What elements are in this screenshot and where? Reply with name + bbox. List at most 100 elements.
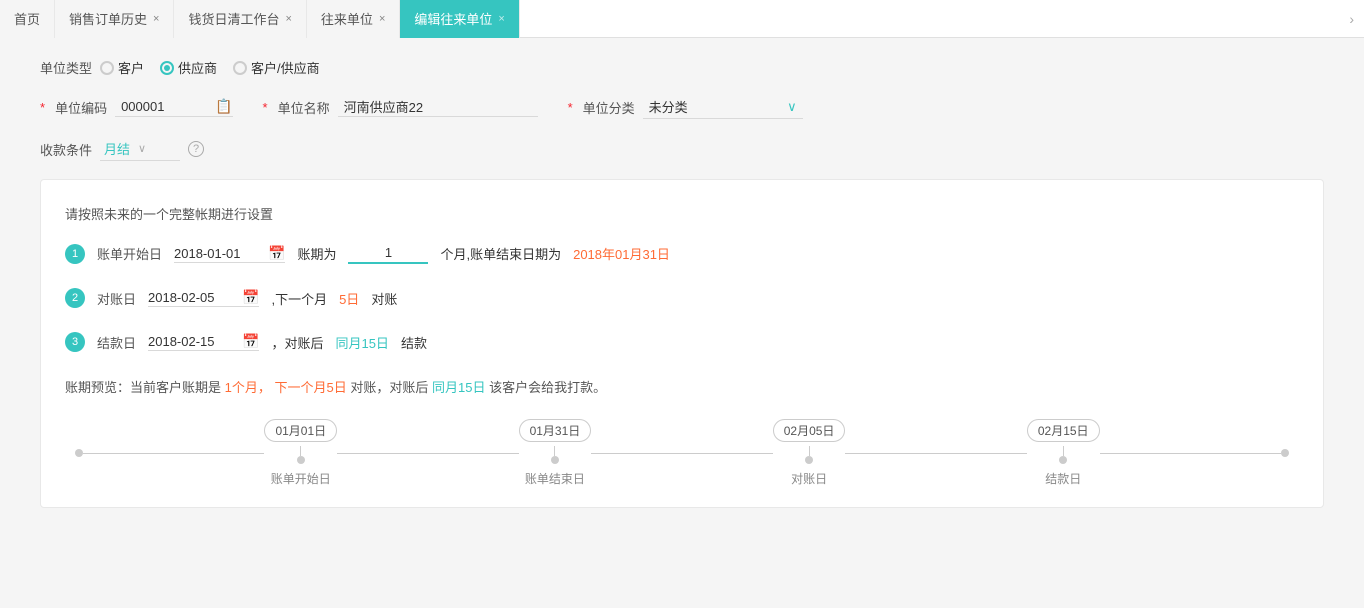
radio-both[interactable]: 客户/供应商 [233,58,320,77]
timeline-right-dot [1281,449,1289,457]
calendar-icon-1[interactable]: 📅 [268,245,285,262]
timeline-seg-1 [83,453,264,454]
payment-label: 收款条件 [40,140,92,159]
radio-circle-both [233,61,247,75]
step-3-num: 3 [65,332,85,352]
step-3-mid: ，对账后 [271,333,323,352]
preview-part1: 1个月， [225,380,271,395]
timeline-node-4: 02月15日 结款日 [1027,419,1100,487]
close-icon-edit[interactable]: × [498,13,504,25]
tab-cash-workbench[interactable]: 钱货日清工作台 × [174,0,306,38]
unit-info-row: * 单位编码 📋 * 单位名称 * 单位分类 未分类 ∨ [40,95,1324,119]
calendar-icon-2[interactable]: 📅 [242,289,259,306]
tab-sales-history-label: 销售订单历史 [69,9,147,28]
timeline-badge-4: 02月15日 [1027,419,1100,442]
calendar-icon-3[interactable]: 📅 [242,333,259,350]
unit-category-value: 未分类 [649,97,688,116]
step-2-label: 对账日 [97,289,136,308]
chevron-down-icon-payment: ∨ [138,142,146,155]
unit-code-group: * 单位编码 📋 [40,97,233,117]
timeline-dot-1 [297,456,305,464]
timeline-badge-2: 01月31日 [519,419,592,442]
payment-group: 收款条件 月结 ∨ ? [40,137,204,161]
close-icon-contacts[interactable]: × [379,13,385,25]
timeline-dot-2 [551,456,559,464]
preview-part5: 该客户会给我打款。 [489,380,606,395]
radio-both-label: 客户/供应商 [251,58,320,77]
step-2-date: 📅 [148,289,259,307]
unit-code-required: * [40,100,45,115]
timeline-label-4: 结款日 [1045,470,1081,487]
step-2-mid: ,下一个月 [271,289,327,308]
step-1-row: 1 账单开始日 📅 账期为 个月,账单结束日期为 2018年01月31日 [65,243,1299,264]
timeline-seg-2 [337,453,518,454]
payment-select[interactable]: 月结 ∨ [100,137,180,161]
preview-part2: 下一个月5日 [275,380,347,395]
unit-code-input[interactable] [115,97,215,116]
preview-part3: 对账，对账后 [350,380,428,395]
unit-type-label: 单位类型 [40,58,92,77]
radio-supplier[interactable]: 供应商 [160,58,217,77]
unit-name-label: 单位名称 [278,98,330,117]
step-2-suffix: 对账 [371,289,397,308]
step-1-unit: 个月,账单结束日期为 [440,244,561,263]
timeline-vert-4 [1063,446,1064,456]
tab-contacts[interactable]: 往来单位 × [307,0,400,38]
timeline: 01月01日 账单开始日 01月31日 账单结束日 02月05日 对账日 [65,419,1299,487]
calendar-icon-code[interactable]: 📋 [215,98,232,115]
timeline-vert-2 [554,446,555,456]
timeline-node-3: 02月05日 对账日 [773,419,846,487]
period-input[interactable] [348,243,428,264]
unit-name-group: * 单位名称 [263,97,538,117]
step-1-end-date: 2018年01月31日 [573,244,670,263]
help-icon[interactable]: ? [188,141,204,157]
timeline-dot-4 [1059,456,1067,464]
timeline-node-1: 01月01日 账单开始日 [264,419,337,487]
close-icon-cash[interactable]: × [285,13,291,25]
radio-circle-supplier [160,61,174,75]
preview-part4: 同月15日 [432,380,485,395]
step-2-highlight: 5日 [339,289,359,308]
tab-home-label: 首页 [14,9,40,28]
step-3-suffix: 结款 [401,333,427,352]
tab-edit-contacts[interactable]: 编辑往来单位 × [400,0,519,38]
tab-home[interactable]: 首页 [0,0,55,38]
radio-group: 客户 供应商 客户/供应商 [100,58,320,77]
step-1-mid: 账期为 [297,244,336,263]
timeline-seg-4 [845,453,1026,454]
unit-name-input[interactable] [338,97,538,117]
timeline-node-2: 01月31日 账单结束日 [519,419,592,487]
chevron-down-icon-category: ∨ [787,99,797,115]
timeline-label-1: 账单开始日 [271,470,331,487]
unit-category-required: * [568,100,573,115]
radio-circle-customer [100,61,114,75]
step-2-num: 2 [65,288,85,308]
unit-category-select[interactable]: 未分类 ∨ [643,95,803,119]
step-3-row: 3 结款日 📅 ，对账后 同月15日 结款 [65,332,1299,352]
unit-name-required: * [263,100,268,115]
step-1-date-input[interactable] [174,246,264,261]
tab-scroll-arrow[interactable]: › [1339,11,1364,27]
step-3-date-input[interactable] [148,334,238,349]
unit-category-label: 单位分类 [583,98,635,117]
step-1-num: 1 [65,244,85,264]
timeline-dot-3 [805,456,813,464]
step-2-date-input[interactable] [148,290,238,305]
preview-label: 账期预览：当前客户账期是 [65,380,221,395]
timeline-badge-3: 02月05日 [773,419,846,442]
radio-customer[interactable]: 客户 [100,58,144,77]
tab-sales-history[interactable]: 销售订单历史 × [55,0,174,38]
timeline-label-3: 对账日 [791,470,827,487]
timeline-vert-1 [300,446,301,456]
settings-panel: 请按照未来的一个完整帐期进行设置 1 账单开始日 📅 账期为 个月,账单结束日期… [40,179,1324,508]
radio-customer-label: 客户 [118,58,144,77]
preview-text: 账期预览：当前客户账期是 1个月， 下一个月5日 对账，对账后 同月15日 该客… [65,376,1299,399]
step-1-label: 账单开始日 [97,244,162,263]
radio-supplier-label: 供应商 [178,58,217,77]
close-icon-sales[interactable]: × [153,13,159,25]
timeline-seg-3 [591,453,772,454]
timeline-label-2: 账单结束日 [525,470,585,487]
panel-instruction: 请按照未来的一个完整帐期进行设置 [65,204,1299,223]
payment-row: 收款条件 月结 ∨ ? [40,137,1324,161]
step-3-label: 结款日 [97,333,136,352]
